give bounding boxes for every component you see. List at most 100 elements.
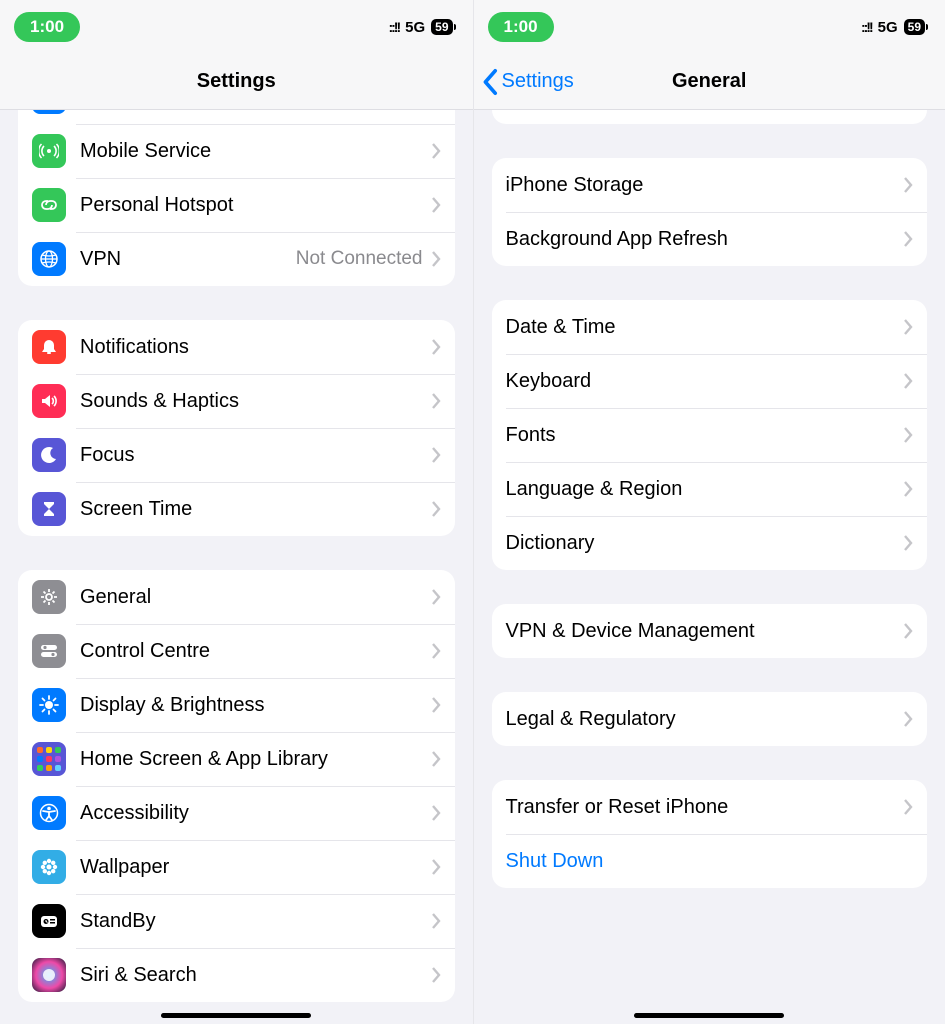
- signal-icon: ::!!: [861, 19, 872, 35]
- row-label: Shut Down: [506, 850, 914, 873]
- settings-group: Notifications Sounds & HapticsFocus Screen…: [18, 320, 455, 536]
- chevron-right-icon: [431, 196, 441, 214]
- row-label: Language & Region: [506, 478, 904, 501]
- chevron-right-icon: [431, 446, 441, 464]
- clock-icon: [32, 904, 66, 938]
- switches-icon: [32, 634, 66, 668]
- row-vpn[interactable]: VPNNot Connected: [18, 232, 455, 286]
- row-siri-search[interactable]: Siri & Search: [18, 948, 455, 1002]
- row-label: Legal & Regulatory: [506, 708, 904, 731]
- row-wallpaper[interactable]: Wallpaper: [18, 840, 455, 894]
- back-label: Settings: [502, 70, 574, 93]
- row-label: Accessibility: [80, 802, 431, 825]
- row-dictionary[interactable]: Dictionary: [492, 516, 928, 570]
- row-label: Date & Time: [506, 316, 904, 339]
- row-label: Display & Brightness: [80, 694, 431, 717]
- row-legal-regulatory[interactable]: Legal & Regulatory: [492, 692, 928, 746]
- bluetooth-icon: [32, 110, 66, 114]
- page-title: Settings: [0, 70, 473, 93]
- gear-icon: [32, 580, 66, 614]
- accessibility-icon: [32, 796, 66, 830]
- row-carplay[interactable]: CarPlay: [492, 110, 928, 124]
- settings-pane: 1:00 ::!! 5G 59 Settings BluetoothOnMobi…: [0, 0, 473, 1024]
- settings-scroll[interactable]: BluetoothOn Mobile Service Personal Hotspo…: [0, 110, 473, 1024]
- row-transfer-or-reset-iphone[interactable]: Transfer or Reset iPhone: [492, 780, 928, 834]
- chevron-right-icon: [431, 696, 441, 714]
- row-label: General: [80, 586, 431, 609]
- row-keyboard[interactable]: Keyboard: [492, 354, 928, 408]
- row-label: Screen Time: [80, 498, 431, 521]
- row-vpn-device-management[interactable]: VPN & Device Management: [492, 604, 928, 658]
- row-label: Siri & Search: [80, 964, 431, 987]
- row-bluetooth[interactable]: BluetoothOn: [18, 110, 455, 124]
- row-label: Dictionary: [506, 532, 904, 555]
- battery-icon: 59: [431, 19, 452, 35]
- row-display-brightness[interactable]: Display & Brightness: [18, 678, 455, 732]
- flower-icon: [32, 850, 66, 884]
- globe-icon: [32, 242, 66, 276]
- row-label: Notifications: [80, 336, 431, 359]
- chevron-right-icon: [431, 966, 441, 984]
- row-iphone-storage[interactable]: iPhone Storage: [492, 158, 928, 212]
- row-label: Home Screen & App Library: [80, 748, 431, 771]
- row-sounds-haptics[interactable]: Sounds & Haptics: [18, 374, 455, 428]
- row-background-app-refresh[interactable]: Background App Refresh: [492, 212, 928, 266]
- status-time: 1:00: [488, 12, 554, 42]
- row-label: Mobile Service: [80, 140, 431, 163]
- chevron-right-icon: [431, 588, 441, 606]
- row-label: Fonts: [506, 424, 904, 447]
- row-label: Personal Hotspot: [80, 194, 431, 217]
- row-control-centre[interactable]: Control Centre: [18, 624, 455, 678]
- status-right: ::!! 5G 59: [388, 19, 452, 36]
- nav-bar: Settings: [0, 54, 473, 110]
- chevron-right-icon: [431, 500, 441, 518]
- moon-icon: [32, 438, 66, 472]
- chevron-right-icon: [903, 372, 913, 390]
- siri-icon: [32, 958, 66, 992]
- home-indicator[interactable]: [634, 1013, 784, 1018]
- row-shut-down[interactable]: Shut Down: [492, 834, 928, 888]
- sun-icon: [32, 688, 66, 722]
- general-group: Transfer or Reset iPhone Shut Down: [492, 780, 928, 888]
- chevron-right-icon: [431, 858, 441, 876]
- row-screen-time[interactable]: Screen Time: [18, 482, 455, 536]
- settings-group: BluetoothOn Mobile Service Personal Hotspo…: [18, 110, 455, 286]
- general-pane: 1:00 ::!! 5G 59 Settings General CarPlay…: [473, 0, 945, 1024]
- status-bar: 1:00 ::!! 5G 59: [0, 0, 473, 54]
- chevron-right-icon: [431, 750, 441, 768]
- battery-icon: 59: [904, 19, 925, 35]
- chevron-right-icon: [903, 480, 913, 498]
- chevron-right-icon: [903, 230, 913, 248]
- network-label: 5G: [405, 19, 425, 36]
- row-general[interactable]: General: [18, 570, 455, 624]
- row-standby[interactable]: StandBy: [18, 894, 455, 948]
- row-notifications[interactable]: Notifications: [18, 320, 455, 374]
- speaker-icon: [32, 384, 66, 418]
- row-mobile-service[interactable]: Mobile Service: [18, 124, 455, 178]
- row-label: VPN & Device Management: [506, 620, 904, 643]
- general-group: Date & Time Keyboard Fonts Language & Regio…: [492, 300, 928, 570]
- row-language-region[interactable]: Language & Region: [492, 462, 928, 516]
- general-group: VPN & Device Management: [492, 604, 928, 658]
- row-fonts[interactable]: Fonts: [492, 408, 928, 462]
- row-date-time[interactable]: Date & Time: [492, 300, 928, 354]
- general-group: Legal & Regulatory: [492, 692, 928, 746]
- chevron-right-icon: [903, 176, 913, 194]
- row-label: Background App Refresh: [506, 228, 904, 251]
- home-indicator[interactable]: [161, 1013, 311, 1018]
- general-scroll[interactable]: CarPlay iPhone Storage Background App Refr…: [474, 110, 945, 1024]
- chevron-right-icon: [431, 250, 441, 268]
- chevron-right-icon: [903, 710, 913, 728]
- row-home-screen-app-library[interactable]: Home Screen & App Library: [18, 732, 455, 786]
- row-focus[interactable]: Focus: [18, 428, 455, 482]
- row-personal-hotspot[interactable]: Personal Hotspot: [18, 178, 455, 232]
- row-label: Transfer or Reset iPhone: [506, 796, 904, 819]
- row-accessibility[interactable]: Accessibility: [18, 786, 455, 840]
- chevron-right-icon: [903, 426, 913, 444]
- chevron-right-icon: [431, 804, 441, 822]
- chevron-right-icon: [431, 642, 441, 660]
- chevron-right-icon: [431, 142, 441, 160]
- chevron-right-icon: [903, 534, 913, 552]
- status-time: 1:00: [14, 12, 80, 42]
- back-button[interactable]: Settings: [474, 68, 574, 96]
